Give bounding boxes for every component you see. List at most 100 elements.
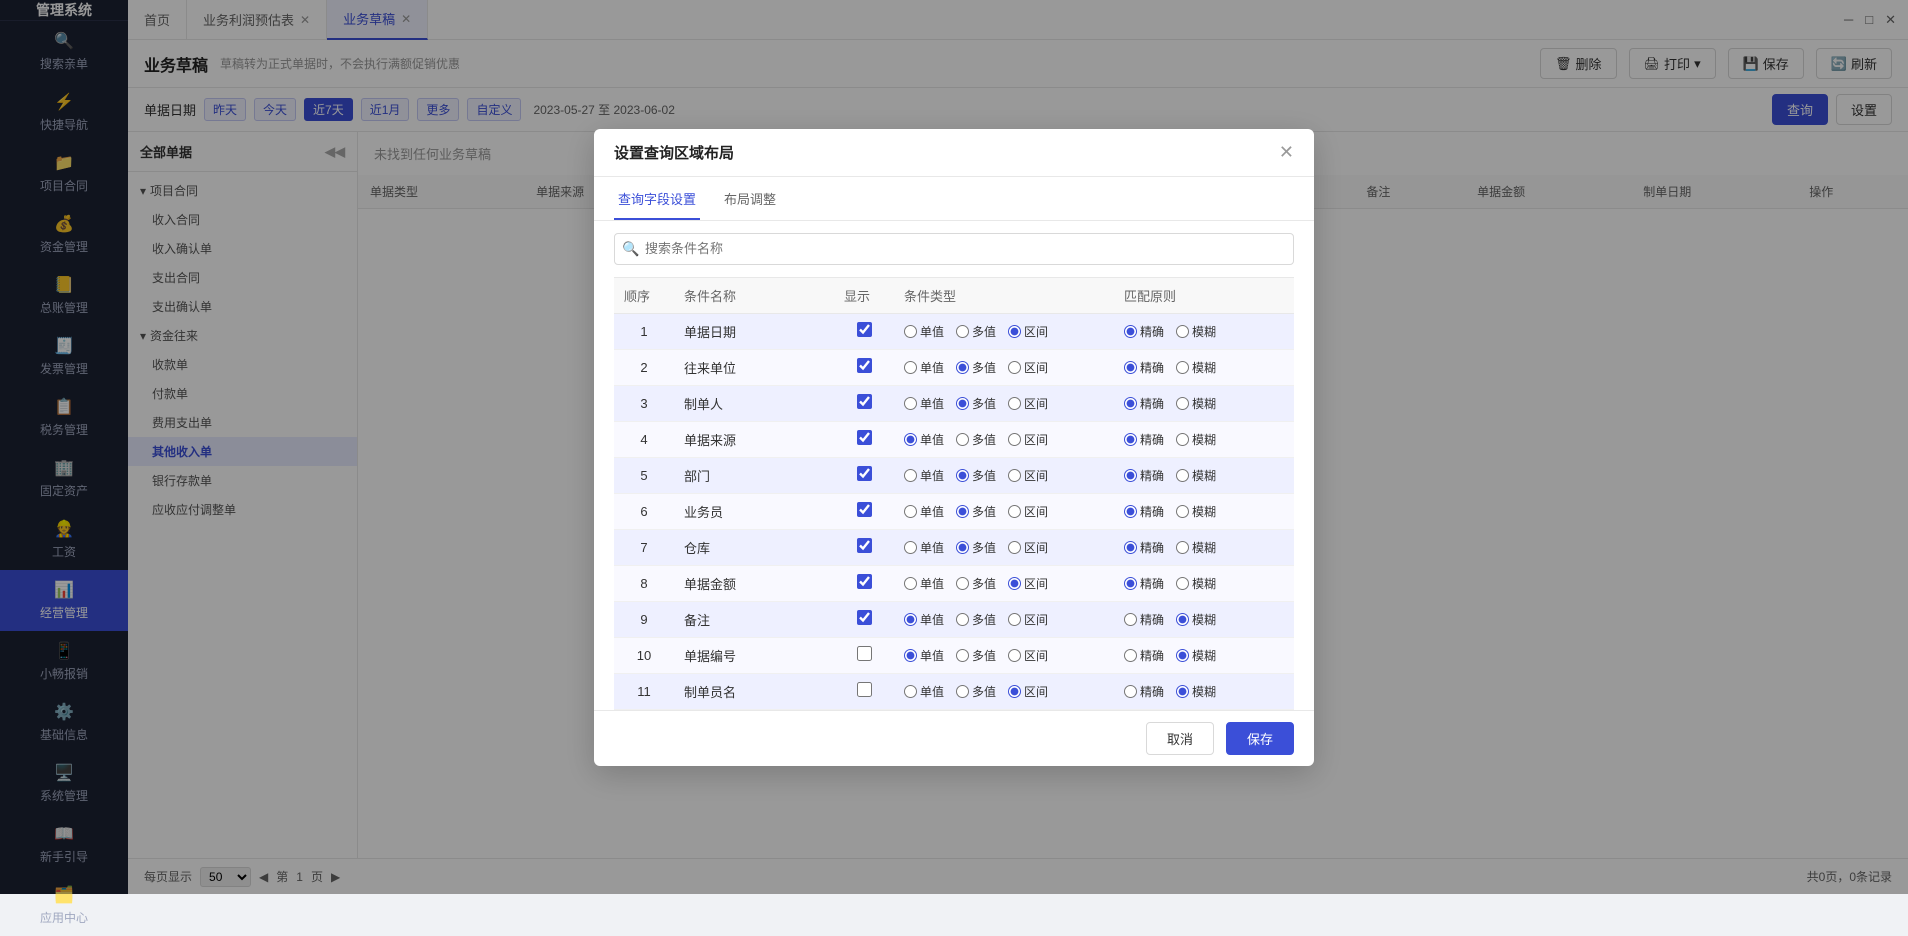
cell-type-7: 单值 多值 区间	[894, 565, 1114, 601]
cell-type-10: 单值 多值 区间	[894, 673, 1114, 709]
modal-search-bar: 🔍	[594, 221, 1314, 277]
cell-order-3: 4	[614, 421, 674, 457]
cell-match-0: 精确 模糊	[1114, 313, 1294, 349]
modal-tab-layout-settings[interactable]: 布局调整	[720, 189, 780, 220]
cell-name-4: 部门	[674, 457, 834, 493]
cell-order-1: 2	[614, 349, 674, 385]
cell-show-1[interactable]	[834, 349, 894, 385]
cell-type-4: 单值 多值 区间	[894, 457, 1114, 493]
modal-overlay: 设置查询区域布局 ✕ 查询字段设置 布局调整 🔍	[0, 0, 1908, 894]
table-row: 2 往来单位 单值 多值 区间 精确 模糊	[614, 349, 1294, 385]
sidebar-item-label-appstore: 应用中心	[40, 909, 88, 926]
show-checkbox-0[interactable]	[857, 322, 872, 337]
cell-order-10: 11	[614, 673, 674, 709]
modal-table: 顺序 条件名称 显示 条件类型 匹配原则 1 单据日期	[614, 277, 1294, 710]
modal-body: 查询字段设置 布局调整 🔍 顺序 条件名称 显示	[594, 177, 1314, 710]
show-checkbox-2[interactable]	[857, 394, 872, 409]
cell-name-5: 业务员	[674, 493, 834, 529]
col-name: 条件名称	[674, 277, 834, 313]
modal-tab-field-settings[interactable]: 查询字段设置	[614, 189, 700, 220]
cell-order-8: 9	[614, 601, 674, 637]
modal-table-wrap: 顺序 条件名称 显示 条件类型 匹配原则 1 单据日期	[594, 277, 1314, 710]
modal-table-body: 1 单据日期 单值 多值 区间 精确 模糊	[614, 313, 1294, 709]
table-row: 8 单据金额 单值 多值 区间 精确 模糊	[614, 565, 1294, 601]
table-row: 4 单据来源 单值 多值 区间 精确 模糊	[614, 421, 1294, 457]
cell-order-9: 10	[614, 637, 674, 673]
cell-name-6: 仓库	[674, 529, 834, 565]
cell-match-6: 精确 模糊	[1114, 529, 1294, 565]
cell-type-9: 单值 多值 区间	[894, 637, 1114, 673]
cell-name-9: 单据编号	[674, 637, 834, 673]
cell-match-3: 精确 模糊	[1114, 421, 1294, 457]
search-icon-wrap: 🔍	[614, 233, 1294, 265]
cell-name-2: 制单人	[674, 385, 834, 421]
table-row: 9 备注 单值 多值 区间 精确 模糊	[614, 601, 1294, 637]
show-checkbox-7[interactable]	[857, 574, 872, 589]
cell-show-10[interactable]	[834, 673, 894, 709]
show-checkbox-1[interactable]	[857, 358, 872, 373]
modal-search-input[interactable]	[614, 233, 1294, 265]
cell-order-4: 5	[614, 457, 674, 493]
table-row: 3 制单人 单值 多值 区间 精确 模糊	[614, 385, 1294, 421]
cell-type-8: 单值 多值 区间	[894, 601, 1114, 637]
show-checkbox-10[interactable]	[857, 682, 872, 697]
cell-show-4[interactable]	[834, 457, 894, 493]
cell-name-0: 单据日期	[674, 313, 834, 349]
table-row: 1 单据日期 单值 多值 区间 精确 模糊	[614, 313, 1294, 349]
cell-show-2[interactable]	[834, 385, 894, 421]
modal-close-button[interactable]: ✕	[1279, 142, 1294, 163]
table-row: 6 业务员 单值 多值 区间 精确 模糊	[614, 493, 1294, 529]
show-checkbox-6[interactable]	[857, 538, 872, 553]
show-checkbox-4[interactable]	[857, 466, 872, 481]
cell-order-6: 7	[614, 529, 674, 565]
cell-match-4: 精确 模糊	[1114, 457, 1294, 493]
cell-match-2: 精确 模糊	[1114, 385, 1294, 421]
modal-title: 设置查询区域布局	[614, 142, 734, 163]
cell-show-0[interactable]	[834, 313, 894, 349]
cell-match-9: 精确 模糊	[1114, 637, 1294, 673]
cell-match-7: 精确 模糊	[1114, 565, 1294, 601]
cell-show-3[interactable]	[834, 421, 894, 457]
col-match: 匹配原则	[1114, 277, 1294, 313]
modal-tabs: 查询字段设置 布局调整	[594, 177, 1314, 221]
modal-table-header: 顺序 条件名称 显示 条件类型 匹配原则	[614, 277, 1294, 313]
cell-order-0: 1	[614, 313, 674, 349]
cell-type-2: 单值 多值 区间	[894, 385, 1114, 421]
table-row: 11 制单员名 单值 多值 区间 精确 模糊	[614, 673, 1294, 709]
show-checkbox-9[interactable]	[857, 646, 872, 661]
table-row: 10 单据编号 单值 多值 区间 精确 模糊	[614, 637, 1294, 673]
cell-name-7: 单据金额	[674, 565, 834, 601]
show-checkbox-5[interactable]	[857, 502, 872, 517]
table-row: 7 仓库 单值 多值 区间 精确 模糊	[614, 529, 1294, 565]
modal-cancel-button[interactable]: 取消	[1146, 722, 1214, 755]
cell-show-6[interactable]	[834, 529, 894, 565]
cell-type-1: 单值 多值 区间	[894, 349, 1114, 385]
cell-name-10: 制单员名	[674, 673, 834, 709]
cell-show-9[interactable]	[834, 637, 894, 673]
cell-show-7[interactable]	[834, 565, 894, 601]
modal-save-button[interactable]: 保存	[1226, 722, 1294, 755]
col-show: 显示	[834, 277, 894, 313]
cell-order-2: 3	[614, 385, 674, 421]
cell-name-8: 备注	[674, 601, 834, 637]
cell-show-8[interactable]	[834, 601, 894, 637]
cell-type-5: 单值 多值 区间	[894, 493, 1114, 529]
modal-header: 设置查询区域布局 ✕	[594, 129, 1314, 177]
show-checkbox-8[interactable]	[857, 610, 872, 625]
modal: 设置查询区域布局 ✕ 查询字段设置 布局调整 🔍	[594, 129, 1314, 766]
cell-name-1: 往来单位	[674, 349, 834, 385]
cell-order-7: 8	[614, 565, 674, 601]
modal-footer: 取消 保存	[594, 710, 1314, 766]
col-type: 条件类型	[894, 277, 1114, 313]
cell-type-0: 单值 多值 区间	[894, 313, 1114, 349]
cell-match-8: 精确 模糊	[1114, 601, 1294, 637]
col-order: 顺序	[614, 277, 674, 313]
show-checkbox-3[interactable]	[857, 430, 872, 445]
cell-order-5: 6	[614, 493, 674, 529]
cell-match-1: 精确 模糊	[1114, 349, 1294, 385]
cell-match-5: 精确 模糊	[1114, 493, 1294, 529]
cell-type-6: 单值 多值 区间	[894, 529, 1114, 565]
cell-type-3: 单值 多值 区间	[894, 421, 1114, 457]
cell-match-10: 精确 模糊	[1114, 673, 1294, 709]
cell-show-5[interactable]	[834, 493, 894, 529]
